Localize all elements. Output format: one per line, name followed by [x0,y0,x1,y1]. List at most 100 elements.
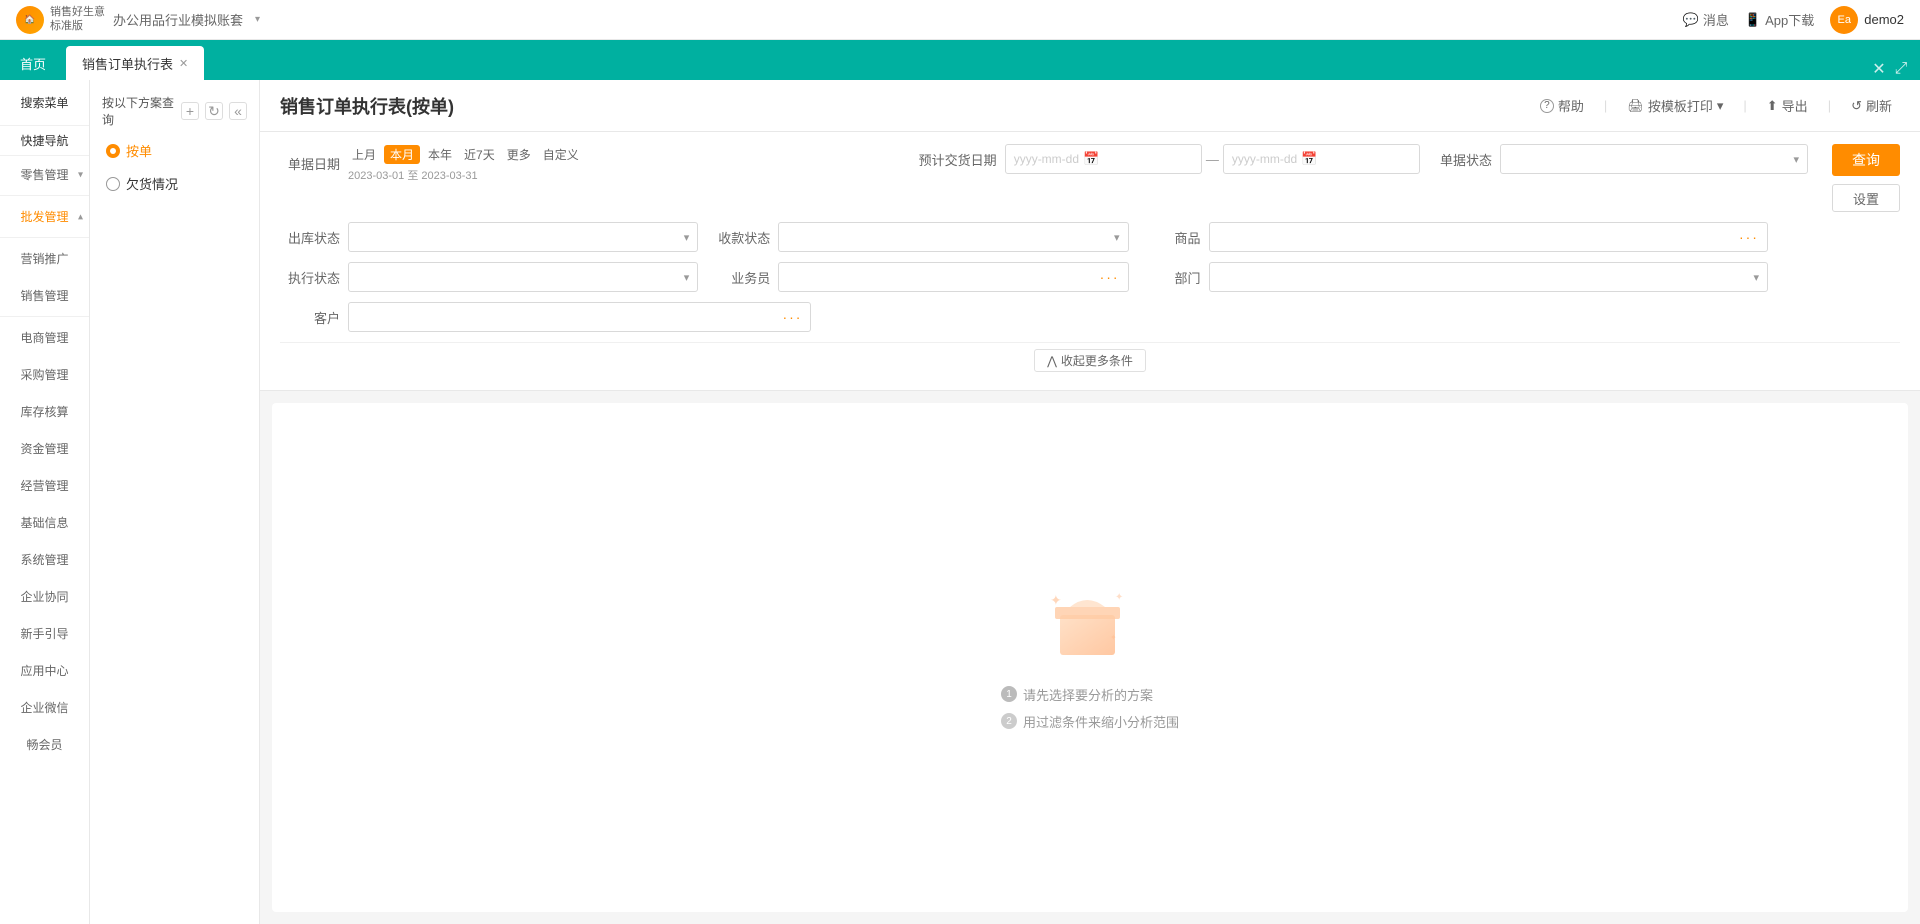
chevron-up-icon: ⋀ [1047,354,1057,368]
step-1-text: 请先选择要分析的方案 [1023,685,1153,704]
date-tab-year[interactable]: 本年 [424,144,456,165]
sidebar-item-purchase[interactable]: 采购管理 [0,356,89,393]
help-icon: ? [1540,99,1554,113]
date-separator: — [1206,152,1219,167]
add-scheme-button[interactable]: + [181,102,199,120]
sidebar-item-appstore[interactable]: 应用中心 [0,652,89,689]
calendar-start-icon: 📅 [1083,151,1099,167]
exec-select[interactable]: ▾ [348,262,698,292]
customer-input[interactable]: ··· [348,302,811,332]
sidebar-item-sales[interactable]: 销售管理 [0,277,89,314]
filter-salesman-block: 业务员 ··· [710,262,1128,292]
username: demo2 [1864,12,1904,27]
date-tab-7d[interactable]: 近7天 [460,144,499,165]
refresh-button[interactable]: ↺ 刷新 [1843,92,1900,119]
content-area: 按以下方案查询 + ↻ « 按单 [90,80,1920,924]
customer-more-icon: ··· [782,309,802,325]
dept-select[interactable]: ▾ [1209,262,1768,292]
tab-home[interactable]: 首页 [4,46,62,80]
app-download-action[interactable]: 📱 App下载 [1745,10,1814,29]
sidebar-item-ecommerce[interactable]: 电商管理 [0,319,89,356]
outbound-select[interactable]: ▾ [348,222,698,252]
goods-label: 商品 [1141,228,1201,247]
svg-text:✦: ✦ [1115,592,1123,603]
tab-bar: 首页 销售订单执行表 ✕ ✕ ⤢ [0,40,1920,80]
date-tab-custom[interactable]: 自定义 [539,144,583,165]
exec-label: 执行状态 [280,268,340,287]
export-button[interactable]: ⬆ 导出 [1759,92,1816,119]
filter-status-block: 单据状态 ▾ [1432,144,1808,174]
template-print-button[interactable]: 🖨 按模板打印 ▾ [1619,92,1731,119]
sidebar-item-marketing[interactable]: 营销推广 [0,240,89,277]
logo-icon: 🏠 [16,6,44,34]
main-layout: 搜索菜单 快捷导航 零售管理 ▾ 批发管理 ▴ 营销推广 销售管理 电商管理 采… [0,80,1920,924]
outbound-chevron-icon: ▾ [684,231,690,244]
salesman-label: 业务员 [710,268,770,287]
goods-input[interactable]: ··· [1209,222,1768,252]
maximize-window-icon[interactable]: ⤢ [1894,62,1908,76]
main-content: 销售订单执行表(按单) ? 帮助 | 🖨 按模板打印 ▾ | ⬆ [260,80,1920,924]
filter-dept-block: 部门 ▾ [1141,262,1768,292]
step-2-text: 用过滤条件来缩小分析范围 [1023,712,1179,731]
filter-row-1: 单据日期 上月 本月 本年 近7天 更多 自定义 2023-03-01 至 20… [280,144,1900,212]
expected-date-start[interactable]: yyyy-mm-dd 📅 [1005,144,1202,174]
sidebar-item-system[interactable]: 系统管理 [0,541,89,578]
settings-button[interactable]: 设置 [1832,184,1900,212]
chevron-right-icon: ▾ [78,169,83,180]
export-icon: ⬆ [1767,98,1778,114]
expected-date-end[interactable]: yyyy-mm-dd 📅 [1223,144,1420,174]
print-icon: 🖨 [1627,98,1644,114]
sidebar-item-inventory[interactable]: 库存核算 [0,393,89,430]
exec-chevron-icon: ▾ [684,271,690,284]
sidebar-item-coop[interactable]: 企业协同 [0,578,89,615]
sidebar-search-label[interactable]: 搜索菜单 [8,88,81,117]
message-action[interactable]: 💬 消息 [1683,10,1729,29]
print-arrow-icon: ▾ [1717,98,1724,114]
page-actions: ? 帮助 | 🖨 按模板打印 ▾ | ⬆ 导出 | [1532,92,1900,119]
tab-sales-exec[interactable]: 销售订单执行表 ✕ [66,46,204,80]
close-window-icon[interactable]: ✕ [1872,62,1886,76]
date-tab-curr[interactable]: 本月 [384,145,420,164]
separator-3: | [1828,98,1831,113]
sidebar-item-member[interactable]: 畅会员 [0,726,89,763]
status-select[interactable]: ▾ [1500,144,1808,174]
sidebar-item-finance[interactable]: 资金管理 [0,430,89,467]
date-control: 上月 本月 本年 近7天 更多 自定义 2023-03-01 至 2023-03… [348,144,583,183]
sidebar-item-basic[interactable]: 基础信息 [0,504,89,541]
app-icon: 📱 [1745,12,1761,28]
date-range-text: 2023-03-01 至 2023-03-31 [348,167,583,183]
date-tab-more[interactable]: 更多 [503,144,535,165]
salesman-more-icon: ··· [1100,269,1120,285]
sidebar-quick-nav[interactable]: 快捷导航 [0,126,89,156]
user-profile[interactable]: Ea demo2 [1830,6,1904,34]
scheme-inactive-icon [106,177,120,191]
query-button[interactable]: 查询 [1832,144,1900,176]
collapse-panel-button[interactable]: « [229,102,247,120]
chevron-down-icon: ▴ [78,211,83,222]
help-button[interactable]: ? 帮助 [1532,92,1592,119]
filter-receipt-block: 收款状态 ▾ [710,222,1128,252]
scheme-item-follow[interactable]: 按单 [90,134,259,167]
empty-step-1: 1 请先选择要分析的方案 [1001,685,1179,704]
salesman-input[interactable]: ··· [778,262,1128,292]
tab-close-icon[interactable]: ✕ [179,57,188,70]
sidebar-item-wholesale[interactable]: 批发管理 ▴ [0,198,89,235]
scheme-item-debt[interactable]: 欠货情况 [90,167,259,200]
collapse-filters-button[interactable]: ⋀ 收起更多条件 [1034,349,1146,372]
receipt-chevron-icon: ▾ [1114,231,1120,244]
sidebar-item-retail[interactable]: 零售管理 ▾ [0,156,89,193]
filter-goods-block: 商品 ··· [1141,222,1768,252]
sidebar-item-newbie[interactable]: 新手引导 [0,615,89,652]
scheme-active-icon [106,144,120,158]
message-icon: 💬 [1683,12,1699,28]
filter-area: 单据日期 上月 本月 本年 近7天 更多 自定义 2023-03-01 至 20… [260,132,1920,391]
suite-arrow[interactable]: ▾ [255,14,260,25]
svg-text:✦: ✦ [1050,592,1062,608]
filter-expected-date-block: 预计交货日期 yyyy-mm-dd 📅 — yyyy-mm-dd 📅 [919,144,1420,174]
sidebar-item-wechat[interactable]: 企业微信 [0,689,89,726]
date-tab-prev[interactable]: 上月 [348,144,380,165]
sidebar-item-operations[interactable]: 经营管理 [0,467,89,504]
refresh-scheme-button[interactable]: ↻ [205,102,223,120]
receipt-select[interactable]: ▾ [778,222,1128,252]
sidebar-search-section: 搜索菜单 [0,80,89,126]
